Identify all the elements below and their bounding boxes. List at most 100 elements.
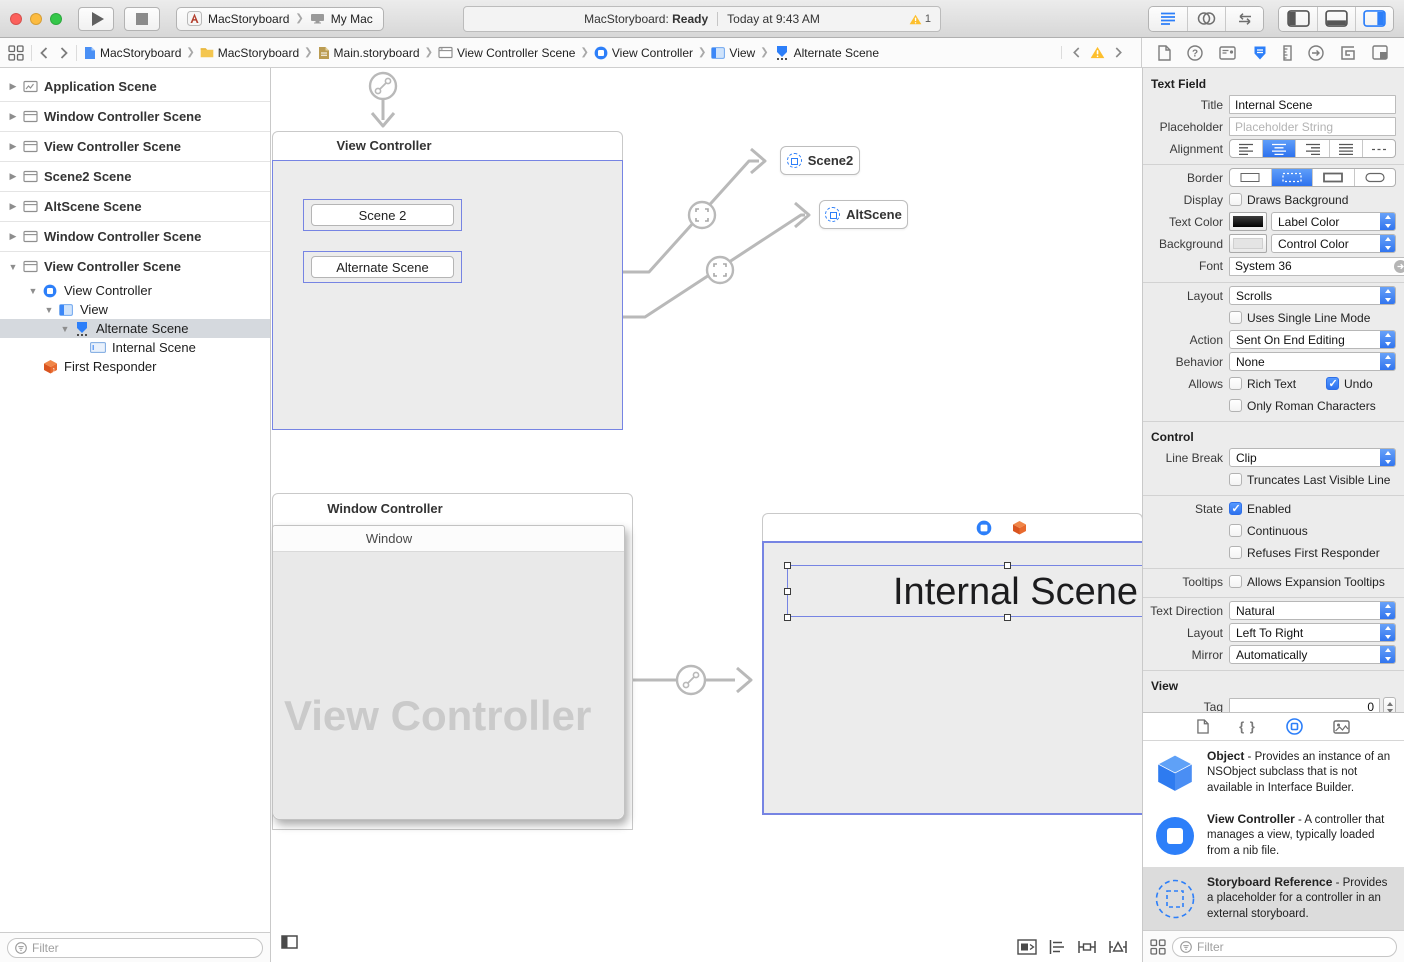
layout-popup[interactable]: Scrolls — [1229, 286, 1396, 305]
outline-row-application-scene[interactable]: ▶ Application Scene — [0, 72, 270, 101]
outline-row-altscene-scene[interactable]: ▶ AltScene Scene — [0, 192, 270, 221]
breadcrumb-file[interactable]: Main.storyboard — [318, 46, 420, 60]
segue-line-altscene[interactable] — [623, 215, 805, 317]
add-constraints-button[interactable] — [1077, 939, 1097, 955]
internal-view-controller-scene[interactable]: Internal Scene — [762, 513, 1142, 815]
disclosure-triangle-icon[interactable]: ▼ — [44, 305, 54, 315]
zoom-window-button[interactable] — [50, 13, 62, 25]
tag-input[interactable] — [1229, 698, 1380, 713]
disclosure-triangle-icon[interactable]: ▶ — [8, 201, 18, 212]
window-mockup[interactable]: Window View Controller — [272, 525, 625, 820]
disclosure-triangle-icon[interactable]: ▼ — [28, 286, 38, 296]
activity-viewer[interactable]: MacStoryboard: Ready Today at 9:43 AM 1 — [463, 6, 941, 32]
window-content-area[interactable]: View Controller — [273, 552, 624, 819]
text-direction-popup[interactable]: Natural — [1229, 601, 1396, 620]
toggle-debug-area-button[interactable] — [1317, 7, 1355, 31]
border-bezel-segment[interactable] — [1312, 169, 1354, 186]
scheme-selector[interactable]: MacStoryboard ❯ My Mac — [176, 7, 384, 31]
stop-button[interactable] — [124, 7, 160, 31]
outline-filter-field[interactable] — [7, 938, 263, 958]
first-responder-icon[interactable] — [1012, 520, 1027, 535]
font-input[interactable] — [1229, 257, 1404, 276]
placeholder-input[interactable] — [1229, 117, 1396, 136]
segue-badge-show[interactable] — [677, 666, 705, 694]
resize-handle[interactable] — [1004, 562, 1011, 569]
undo-checkbox[interactable] — [1326, 377, 1339, 390]
go-back-button[interactable] — [39, 46, 49, 60]
layout-direction-popup[interactable]: Left To Right — [1229, 623, 1396, 642]
object-library-tab[interactable] — [1286, 718, 1303, 735]
embed-in-button[interactable] — [1017, 939, 1037, 955]
breadcrumb-storyboard-reference[interactable]: Alternate Scene — [774, 45, 879, 60]
storyboard-reference-altscene[interactable]: AltScene — [819, 200, 908, 229]
truncates-checkbox[interactable] — [1229, 473, 1242, 486]
outline-row-view-controller[interactable]: ▼ View Controller — [0, 281, 270, 300]
file-inspector-tab[interactable] — [1158, 45, 1171, 61]
line-break-popup[interactable]: Clip — [1229, 448, 1396, 467]
border-line-segment[interactable] — [1271, 169, 1313, 186]
outline-row-alternate-scene[interactable]: ▼ Alternate Scene — [0, 319, 270, 338]
warning-icon[interactable] — [1090, 46, 1105, 59]
outline-row-view[interactable]: ▼ View — [0, 300, 270, 319]
outline-row-internal-scene[interactable]: Internal Scene — [0, 338, 270, 357]
single-line-mode-checkbox[interactable] — [1229, 311, 1242, 324]
roman-characters-checkbox[interactable] — [1229, 399, 1242, 412]
outline-row-scene2-scene[interactable]: ▶ Scene2 Scene — [0, 162, 270, 191]
library-item-storyboard-reference[interactable]: Storyboard Reference - Provides a placeh… — [1143, 867, 1404, 930]
resolve-auto-layout-button[interactable] — [1108, 939, 1128, 955]
enabled-checkbox[interactable] — [1229, 502, 1242, 515]
previous-issue-button[interactable] — [1072, 46, 1081, 59]
disclosure-triangle-icon[interactable]: ▼ — [60, 324, 70, 334]
resize-handle[interactable] — [784, 562, 791, 569]
disclosure-triangle-icon[interactable]: ▶ — [8, 141, 18, 152]
refuses-first-responder-checkbox[interactable] — [1229, 546, 1242, 559]
storyboard-reference-scene2[interactable]: Scene2 — [780, 146, 860, 175]
standard-editor-button[interactable] — [1149, 7, 1187, 31]
assistant-editor-button[interactable] — [1187, 7, 1225, 31]
segue-line-scene2[interactable] — [623, 161, 759, 272]
mirror-popup[interactable]: Automatically — [1229, 645, 1396, 664]
segue-badge-modal[interactable] — [689, 202, 715, 228]
align-right-segment[interactable] — [1295, 140, 1328, 157]
scene-title[interactable]: View Controller — [273, 132, 495, 160]
internal-scene-view[interactable]: Internal Scene — [762, 541, 1142, 815]
text-color-well[interactable] — [1229, 212, 1267, 231]
background-color-well[interactable] — [1229, 234, 1267, 253]
border-none-segment[interactable] — [1230, 169, 1271, 186]
outline-row-window-controller-scene-2[interactable]: ▶ Window Controller Scene — [0, 222, 270, 251]
library-filter-input[interactable] — [1197, 940, 1389, 954]
background-color-popup[interactable]: Control Color — [1271, 234, 1396, 253]
go-forward-button[interactable] — [59, 46, 69, 60]
close-window-button[interactable] — [10, 13, 22, 25]
attributes-inspector-tab[interactable] — [1252, 45, 1268, 61]
breadcrumb-scene[interactable]: View Controller Scene — [438, 46, 576, 60]
breadcrumb-group[interactable]: MacStoryboard — [200, 46, 299, 60]
identity-inspector-tab[interactable] — [1219, 46, 1236, 60]
view-controller-scene[interactable]: View Controller Scene 2 Alternate Scene — [272, 131, 623, 430]
run-button[interactable] — [78, 7, 114, 31]
tag-stepper[interactable] — [1383, 697, 1396, 712]
disclosure-triangle-icon[interactable]: ▶ — [8, 171, 18, 182]
code-snippets-tab[interactable]: { } — [1239, 719, 1256, 734]
warning-badge[interactable]: 1 — [909, 13, 931, 25]
disclosure-triangle-icon[interactable]: ▶ — [8, 111, 18, 122]
resize-handle[interactable] — [784, 614, 791, 621]
draws-background-checkbox[interactable] — [1229, 193, 1242, 206]
scene-title[interactable]: Window Controller — [273, 494, 497, 524]
quick-help-inspector-tab[interactable]: ? — [1187, 45, 1203, 61]
view-controller-scene-view[interactable]: Scene 2 Alternate Scene — [272, 160, 623, 430]
align-natural-segment[interactable] — [1362, 140, 1395, 157]
rich-text-checkbox[interactable] — [1229, 377, 1242, 390]
library-item-view-controller[interactable]: View Controller - A controller that mana… — [1143, 804, 1404, 867]
continuous-checkbox[interactable] — [1229, 524, 1242, 537]
toggle-navigator-button[interactable] — [1279, 7, 1317, 31]
scene2-button[interactable]: Scene 2 — [311, 204, 454, 226]
border-rounded-segment[interactable] — [1354, 169, 1396, 186]
storyboard-canvas[interactable]: View Controller Scene 2 Alternate Scene … — [271, 68, 1142, 962]
library-item-object[interactable]: Object - Provides an instance of an NSOb… — [1143, 741, 1404, 804]
outline-row-first-responder[interactable]: 1 First Responder — [0, 357, 270, 376]
view-controller-icon[interactable] — [976, 520, 992, 536]
toggle-document-outline-button[interactable] — [281, 935, 298, 954]
disclosure-triangle-icon[interactable]: ▼ — [8, 262, 18, 272]
alternate-scene-button[interactable]: Alternate Scene — [311, 256, 454, 278]
